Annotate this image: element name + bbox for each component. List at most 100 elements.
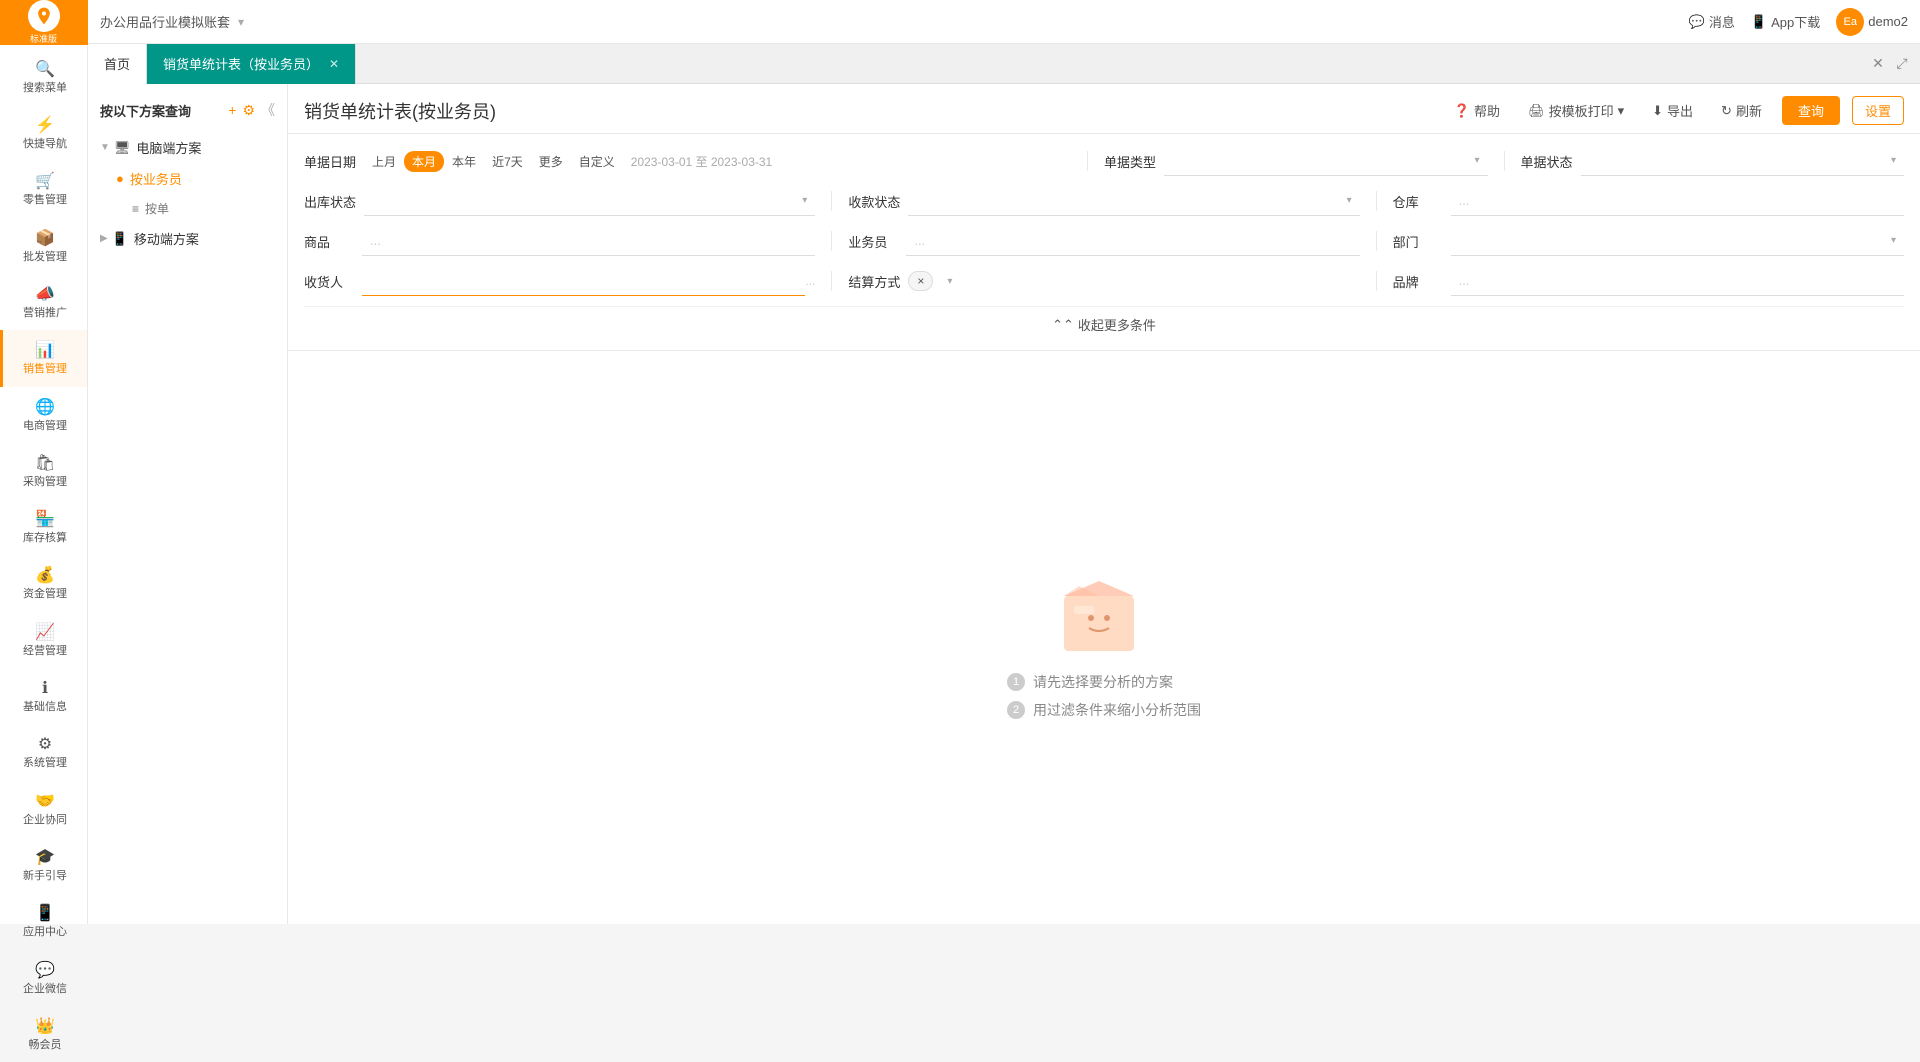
page-title-bar: 销货单统计表(按业务员) ❓ 帮助 🖨 按模板打印 ▾ ⬇ 导出	[288, 84, 1920, 134]
warehouse-input[interactable]	[1451, 186, 1904, 216]
collapse-label: 收起更多条件	[1078, 315, 1156, 334]
sidebar-item-member[interactable]: 👑 畅会员	[0, 1006, 87, 1062]
settlement-label: 结算方式	[848, 272, 900, 291]
settlement-select[interactable]: ▾	[939, 266, 960, 296]
tab-sales-stat-close[interactable]: ✕	[329, 57, 339, 71]
date-tab-more[interactable]: 更多	[531, 150, 571, 173]
scheme-group-desktop[interactable]: ▼ 🖥 电脑端方案	[88, 132, 287, 163]
salesperson-input[interactable]	[906, 226, 1359, 256]
empty-hint-2: 2 用过滤条件来缩小分析范围	[1007, 700, 1201, 720]
refresh-btn[interactable]: ↻ 刷新	[1713, 97, 1770, 124]
tab-home[interactable]: 首页	[88, 44, 147, 84]
sidebar-item-wholesale[interactable]: 📦 批发管理	[0, 218, 87, 274]
avatar: Ea	[1836, 8, 1864, 36]
member-icon: 👑	[35, 1016, 55, 1036]
window-close-btn[interactable]: ✕	[1868, 54, 1888, 74]
sidebar-item-marketing[interactable]: 📣 营销推广	[0, 274, 87, 330]
group-arrow-icon: ▼	[100, 142, 110, 153]
print-btn[interactable]: 🖨 按模板打印 ▾	[1520, 97, 1632, 124]
message-btn[interactable]: 💬 消息	[1689, 12, 1735, 31]
panel-settings-btn[interactable]: ⚙	[242, 102, 255, 119]
date-tab-lastmonth[interactable]: 上月	[364, 150, 404, 173]
content-area: 按以下方案查询 + ⚙ 《 ▼ 🖥 电脑端方案 ● 按业务员	[88, 84, 1920, 924]
sidebar-item-inventory[interactable]: 🏪 库存核算	[0, 499, 87, 555]
product-input[interactable]	[362, 226, 815, 256]
sidebar-item-search[interactable]: 🔍 搜索菜单	[0, 49, 87, 105]
sidebar-item-sales[interactable]: 📊 销售管理	[0, 330, 87, 386]
tab-sales-stat[interactable]: 销货单统计表（按业务员） ✕	[147, 44, 356, 84]
date-tab-thismonth[interactable]: 本月	[404, 151, 444, 172]
sales-icon: 📊	[35, 340, 55, 360]
breadcrumb-dropdown[interactable]: ▾	[238, 15, 244, 29]
sidebar-item-corpwechat[interactable]: 💬 企业微信	[0, 950, 87, 1006]
date-tab-custom[interactable]: 自定义	[571, 150, 623, 173]
brand-input[interactable]	[1451, 266, 1904, 296]
sidebar-item-purchase[interactable]: 🛍 采购管理	[0, 443, 87, 499]
collapse-more-btn[interactable]: ⌃⌃ 收起更多条件	[1052, 315, 1156, 334]
settlement-arrow-icon: ▾	[947, 276, 952, 287]
query-btn[interactable]: 查询	[1782, 96, 1840, 125]
consignee-input[interactable]	[362, 266, 805, 296]
docstatus-select[interactable]: ▾	[1581, 146, 1904, 176]
date-tab-thisyear[interactable]: 本年	[444, 150, 484, 173]
sidebar-item-enterprise[interactable]: 🤝 企业协同	[0, 781, 87, 837]
sidebar-item-inventory-label: 库存核算	[23, 531, 67, 545]
sidebar-item-system[interactable]: ⚙ 系统管理	[0, 724, 87, 780]
operations-icon: 📈	[35, 622, 55, 642]
sidebar-item-quicknav-label: 快捷导航	[23, 137, 67, 151]
collectstatus-label: 收款状态	[848, 192, 900, 211]
sidebar-item-retail-label: 零售管理	[23, 193, 67, 207]
panel-add-btn[interactable]: +	[228, 102, 236, 118]
tab-home-label: 首页	[104, 54, 130, 73]
scheme-item-salesperson[interactable]: ● 按业务员	[88, 163, 287, 194]
message-icon: 💬	[1689, 14, 1705, 30]
department-select[interactable]: ▾	[1451, 226, 1904, 256]
help-btn[interactable]: ❓ 帮助	[1446, 97, 1508, 124]
newbie-icon: 🎓	[35, 847, 55, 867]
panel-collapse-btn[interactable]: 《	[261, 100, 275, 120]
user-profile[interactable]: Ea demo2	[1836, 8, 1908, 36]
divider-5	[831, 231, 832, 251]
app-download-btn[interactable]: 📱 App下载	[1751, 12, 1820, 31]
divider-4	[1376, 191, 1377, 211]
username: demo2	[1868, 14, 1908, 29]
date-tab-7days[interactable]: 近7天	[484, 150, 531, 173]
consignee-ellipsis[interactable]: ...	[805, 274, 815, 288]
filter-area: 单据日期 上月 本月 本年 近7天 更多 自定义 2023-03-01 至 20…	[288, 134, 1920, 351]
outstatus-arrow-icon: ▾	[802, 195, 807, 206]
sidebar-item-purchase-label: 采购管理	[23, 475, 67, 489]
sidebar: 标准版 🔍 搜索菜单 ⚡ 快捷导航 🛒 零售管理 📦 批发管理 📣 营销推广 📊…	[0, 0, 88, 924]
sidebar-item-search-label: 搜索菜单	[23, 81, 67, 95]
divider-3	[831, 191, 832, 211]
page-title: 销货单统计表(按业务员)	[304, 98, 496, 124]
sidebar-item-appcenter[interactable]: 📱 应用中心	[0, 893, 87, 949]
export-btn[interactable]: ⬇ 导出	[1644, 97, 1701, 124]
sidebar-item-finance[interactable]: 💰 资金管理	[0, 555, 87, 611]
window-maximize-btn[interactable]: ⤢	[1892, 54, 1912, 74]
header-left: 办公用品行业模拟账套 ▾	[100, 12, 244, 31]
scheme-sub-item-order[interactable]: ≡ 按单	[88, 194, 287, 223]
sidebar-item-operations[interactable]: 📈 经营管理	[0, 612, 87, 668]
sidebar-item-retail[interactable]: 🛒 零售管理	[0, 161, 87, 217]
filter-cell-warehouse: 仓库	[1393, 186, 1904, 216]
system-icon: ⚙	[38, 734, 52, 754]
filter-cell-collectstatus: 收款状态 ▾	[848, 186, 1359, 216]
sidebar-item-quicknav[interactable]: ⚡ 快捷导航	[0, 105, 87, 161]
doctype-select[interactable]: ▾	[1164, 146, 1487, 176]
filter-row-4: 收货人 ... 结算方式 × ▾	[304, 266, 1904, 296]
sidebar-item-basic[interactable]: ℹ 基础信息	[0, 668, 87, 724]
warehouse-label: 仓库	[1393, 192, 1443, 211]
app-subtitle: 标准版	[30, 34, 57, 45]
settlement-tag-close[interactable]: ×	[917, 274, 924, 288]
settings-btn[interactable]: 设置	[1852, 96, 1904, 125]
sidebar-item-newbie[interactable]: 🎓 新手引导	[0, 837, 87, 893]
filter-cell-date: 单据日期 上月 本月 本年 近7天 更多 自定义 2023-03-01 至 20…	[304, 150, 1071, 173]
collectstatus-select[interactable]: ▾	[908, 186, 1359, 216]
refresh-label: 刷新	[1736, 101, 1762, 120]
download-icon: 📱	[1751, 14, 1767, 30]
outstatus-select[interactable]: ▾	[364, 186, 815, 216]
scheme-group-mobile[interactable]: ▶ 📱 移动端方案	[88, 223, 287, 254]
filter-cell-outstatus: 出库状态 ▾	[304, 186, 815, 216]
filter-cell-doctype: 单据类型 ▾	[1104, 146, 1488, 176]
sidebar-item-ecommerce[interactable]: 🌐 电商管理	[0, 387, 87, 443]
